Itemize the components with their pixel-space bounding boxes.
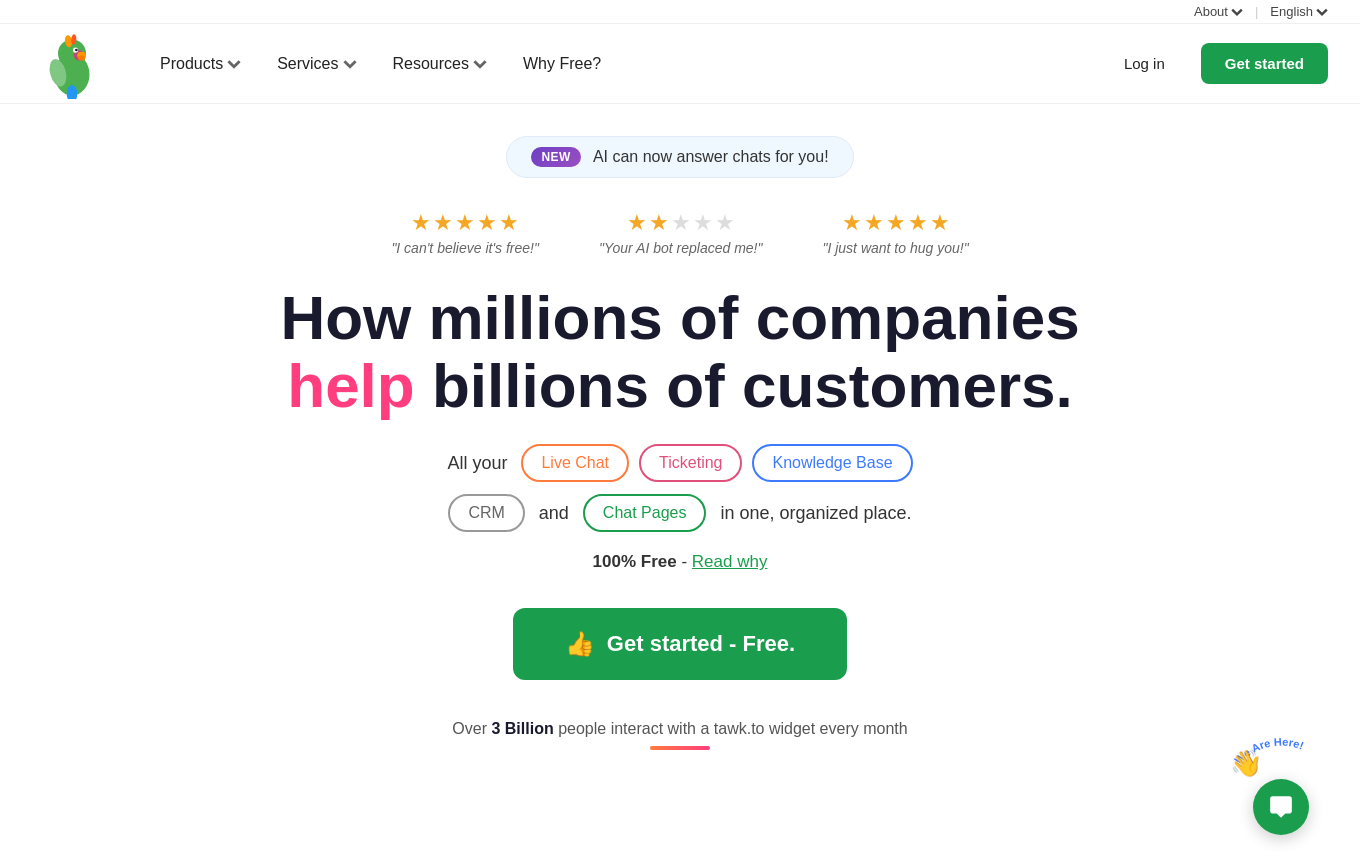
free-dash: - [681, 552, 687, 571]
services-label: Services [277, 55, 338, 73]
language-menu[interactable]: English [1270, 4, 1328, 19]
review-item-2: ★ ★ ★ ★ ★ "Your AI bot replaced me!" [599, 210, 763, 256]
star-icon: ★ [693, 210, 713, 236]
star-icon: ★ [886, 210, 906, 236]
pills-row-2: CRM and Chat Pages in one, organized pla… [448, 494, 911, 532]
star-icon: ★ [864, 210, 884, 236]
review-quote-2: "Your AI bot replaced me!" [599, 240, 763, 256]
pills-intro: All your [447, 453, 507, 474]
read-why-link[interactable]: Read why [692, 552, 768, 571]
products-label: Products [160, 55, 223, 73]
billion-suffix: people interact with a tawk.to widget ev… [558, 720, 908, 737]
login-button[interactable]: Log in [1100, 45, 1189, 82]
hero-line2-text: billions of customers. [432, 351, 1073, 420]
pills-section: All your Live Chat Ticketing Knowledge B… [447, 444, 912, 532]
star-icon: ★ [411, 210, 431, 236]
products-menu[interactable]: Products [144, 47, 257, 81]
star-icon: ★ [627, 210, 647, 236]
pills-and: and [539, 503, 569, 524]
resources-label: Resources [393, 55, 469, 73]
navbar: Products Services Resources Why Free? Lo… [0, 24, 1360, 104]
why-free-label: Why Free? [523, 55, 601, 73]
why-free-link[interactable]: Why Free? [507, 47, 617, 81]
chat-widget[interactable]: We Are Here! 👋 [1226, 719, 1336, 810]
scroll-hint [650, 746, 710, 750]
cta-label: Get started - Free. [607, 631, 795, 657]
billion-number: 3 Billion [491, 720, 553, 737]
star-icon: ★ [649, 210, 669, 236]
pill-ticketing[interactable]: Ticketing [639, 444, 742, 482]
new-badge: NEW [531, 147, 581, 167]
language-label: English [1270, 4, 1313, 19]
pills-row-1: All your Live Chat Ticketing Knowledge B… [447, 444, 912, 482]
reviews-row: ★ ★ ★ ★ ★ "I can't believe it's free!" ★… [230, 210, 1130, 256]
star-icon: ★ [499, 210, 519, 236]
star-icon: ★ [930, 210, 950, 236]
free-bold-label: 100% Free [593, 552, 677, 571]
logo-icon [32, 29, 112, 99]
language-chevron-icon [1316, 6, 1328, 18]
star-icon: ★ [671, 210, 691, 236]
svg-point-6 [78, 55, 85, 60]
hero-line2: help billions of customers. [280, 352, 1079, 420]
services-chevron-icon [343, 57, 357, 71]
star-icon: ★ [477, 210, 497, 236]
pill-knowledge-base[interactable]: Knowledge Base [752, 444, 912, 482]
review-quote-1: "I can't believe it's free!" [391, 240, 539, 256]
services-menu[interactable]: Services [261, 47, 372, 81]
banner-message: AI can now answer chats for you! [593, 148, 829, 166]
hero-heading: How millions of companies help billions … [280, 284, 1079, 420]
free-text: 100% Free - Read why [593, 552, 768, 572]
chat-open-button[interactable] [1253, 779, 1309, 810]
nav-items: Products Services Resources Why Free? [144, 47, 1100, 81]
star-icon: ★ [842, 210, 862, 236]
chat-bubble-icon [1268, 794, 1294, 810]
about-menu[interactable]: About [1194, 4, 1243, 19]
logo[interactable] [32, 29, 112, 99]
wave-icon: 👋 [1230, 748, 1262, 779]
star-icon: ★ [433, 210, 453, 236]
topbar: About | English [0, 0, 1360, 24]
resources-chevron-icon [473, 57, 487, 71]
stars-1: ★ ★ ★ ★ ★ [411, 210, 519, 236]
star-icon: ★ [715, 210, 735, 236]
billion-over: Over [452, 720, 487, 737]
svg-point-4 [75, 48, 78, 51]
stars-2: ★ ★ ★ ★ ★ [627, 210, 735, 236]
about-chevron-icon [1231, 6, 1243, 18]
topbar-separator: | [1255, 4, 1258, 19]
pills-suffix: in one, organized place. [720, 503, 911, 524]
star-icon: ★ [455, 210, 475, 236]
products-chevron-icon [227, 57, 241, 71]
review-item-3: ★ ★ ★ ★ ★ "I just want to hug you!" [822, 210, 968, 256]
hero-line1: How millions of companies [280, 284, 1079, 352]
star-icon: ★ [908, 210, 928, 236]
main-content: NEW AI can now answer chats for you! ★ ★… [0, 104, 1360, 810]
billion-text: Over 3 Billion people interact with a ta… [452, 720, 907, 738]
cta-get-started-button[interactable]: 👍 Get started - Free. [513, 608, 847, 680]
about-label: About [1194, 4, 1228, 19]
hero-highlight: help [287, 351, 414, 420]
thumbs-up-icon: 👍 [565, 630, 595, 658]
review-quote-3: "I just want to hug you!" [822, 240, 968, 256]
pill-chat-pages[interactable]: Chat Pages [583, 494, 707, 532]
resources-menu[interactable]: Resources [377, 47, 503, 81]
pill-crm[interactable]: CRM [448, 494, 524, 532]
stars-3: ★ ★ ★ ★ ★ [842, 210, 950, 236]
review-item-1: ★ ★ ★ ★ ★ "I can't believe it's free!" [391, 210, 539, 256]
nav-right: Log in Get started [1100, 43, 1328, 84]
new-banner[interactable]: NEW AI can now answer chats for you! [506, 136, 853, 178]
get-started-nav-button[interactable]: Get started [1201, 43, 1328, 84]
pill-live-chat[interactable]: Live Chat [521, 444, 629, 482]
